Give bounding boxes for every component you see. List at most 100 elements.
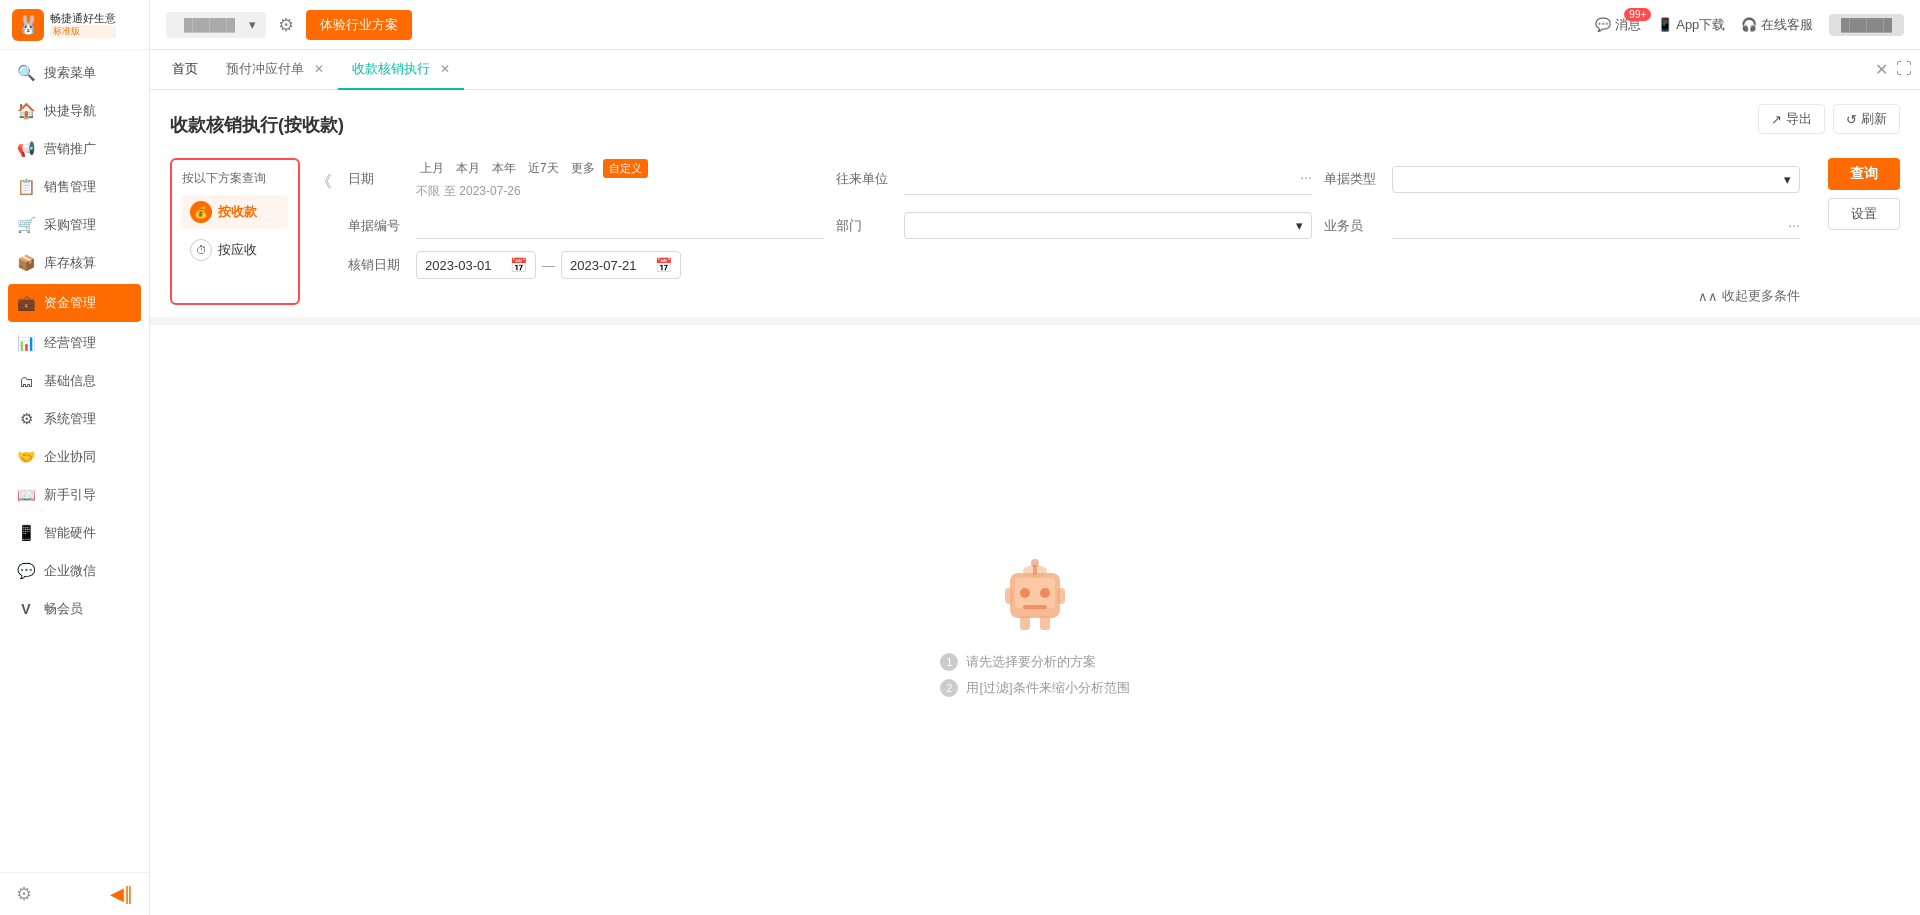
close-tab-btn[interactable]: ✕: [1875, 60, 1888, 79]
date-more[interactable]: 更多: [567, 158, 599, 179]
tab-prepay[interactable]: 预付冲应付单 ✕: [212, 50, 338, 90]
empty-illustration: [985, 543, 1085, 643]
system-icon: ⚙: [16, 410, 36, 428]
svg-rect-7: [1020, 616, 1030, 630]
user-avatar[interactable]: ██████: [1829, 14, 1904, 36]
dropdown-icon: ▾: [249, 17, 256, 32]
sidebar-item-enterprise[interactable]: 🤝 企业协同: [0, 438, 149, 476]
empty-state: 1 请先选择要分析的方案 2 用[过滤]条件来缩小分析范围: [150, 325, 1920, 915]
wechat-icon: 💬: [16, 562, 36, 580]
date-no-limit: 不限: [416, 183, 440, 200]
sidebar-label-finance: 资金管理: [44, 294, 96, 312]
counterparty-more-btn[interactable]: ···: [1300, 169, 1312, 185]
hint-text-1: 请先选择要分析的方案: [966, 653, 1096, 671]
sidebar-item-sales[interactable]: 📋 销售管理: [0, 168, 149, 206]
sidebar-item-operations[interactable]: 📊 经营管理: [0, 324, 149, 362]
page-title: 收款核销执行(按收款): [170, 113, 344, 137]
hint-text-2: 用[过滤]条件来缩小分析范围: [966, 679, 1129, 697]
docno-field: 单据编号: [348, 212, 824, 239]
export-button[interactable]: ↗ 导出: [1758, 104, 1825, 134]
collapse-sidebar-btn[interactable]: ◀‖: [110, 883, 133, 905]
top-header: ██████ ▾ ⚙ 体验行业方案 💬 消息 99+ 📱 App下载 🎧 在线客…: [150, 0, 1920, 50]
date-7days[interactable]: 近7天: [524, 158, 563, 179]
doctype-select[interactable]: ▾: [1392, 166, 1800, 193]
writeoff-start-date[interactable]: 2023-03-01 📅: [416, 251, 536, 279]
counterparty-field: 往来单位 ···: [836, 158, 1312, 200]
prepay-tab-close[interactable]: ✕: [314, 62, 324, 76]
receipt-option-label: 按收款: [218, 203, 257, 221]
filter-sidebar-title: 按以下方案查询: [182, 170, 288, 187]
settings-icon[interactable]: ⚙: [16, 883, 32, 905]
date-this-year[interactable]: 本年: [488, 158, 520, 179]
sidebar-label-wechat: 企业微信: [44, 562, 96, 580]
sidebar-item-system[interactable]: ⚙ 系统管理: [0, 400, 149, 438]
staff-more-btn[interactable]: ···: [1788, 217, 1800, 233]
writeoff-end-date[interactable]: 2023-07-21 📅: [561, 251, 681, 279]
basic-icon: 🗂: [16, 373, 36, 390]
docno-input[interactable]: [416, 213, 824, 238]
message-button[interactable]: 💬 消息 99+: [1595, 16, 1641, 34]
sidebar-item-marketing[interactable]: 📢 营销推广: [0, 130, 149, 168]
writeoff-date-row: 核销日期 2023-03-01 📅 — 2023-07-21 📅: [348, 251, 1800, 279]
filter-collapse-btn[interactable]: 《: [316, 172, 332, 193]
sidebar-item-basic[interactable]: 🗂 基础信息: [0, 362, 149, 400]
chat-icon: 💬: [1595, 17, 1611, 32]
sidebar-item-search[interactable]: 🔍 搜索菜单: [0, 54, 149, 92]
date-label: 日期: [348, 170, 408, 188]
doctype-field: 单据类型 ▾: [1324, 158, 1800, 200]
svg-point-11: [1031, 559, 1039, 567]
hardware-icon: 📱: [16, 524, 36, 542]
filter-by-receipt[interactable]: 💰 按收款: [182, 195, 288, 229]
receipts-tab-close[interactable]: ✕: [440, 62, 450, 76]
receivable-option-icon: ⏱: [190, 239, 212, 261]
date-separator: —: [542, 258, 555, 273]
sidebar-item-inventory[interactable]: 📦 库存核算: [0, 244, 149, 282]
filter-row-1: 日期 上月 本月 本年 近7天 更多 自定义 不限: [348, 158, 1800, 200]
home-tab-label: 首页: [172, 60, 198, 78]
solution-button[interactable]: 体验行业方案: [306, 10, 412, 40]
logo-text: 畅捷通好生意 标准版: [50, 11, 116, 39]
inventory-icon: 📦: [16, 254, 36, 272]
sidebar-label-member: 畅会员: [44, 600, 83, 618]
expand-tab-btn[interactable]: ⛶: [1896, 60, 1912, 79]
staff-input[interactable]: [1392, 213, 1788, 238]
setting-button[interactable]: 设置: [1828, 198, 1900, 230]
tab-receipts[interactable]: 收款核销执行 ✕: [338, 50, 464, 90]
date-custom[interactable]: 自定义: [603, 159, 648, 178]
purchase-icon: 🛒: [16, 216, 36, 234]
refresh-button[interactable]: ↺ 刷新: [1833, 104, 1900, 134]
sidebar-label-shortcut: 快捷导航: [44, 102, 96, 120]
settings-gear-icon[interactable]: ⚙: [278, 14, 294, 36]
collapse-more-area: ∧∧ 收起更多条件: [348, 287, 1800, 305]
sidebar-item-member[interactable]: V 畅会员: [0, 590, 149, 628]
sidebar-item-finance[interactable]: 💼 资金管理: [8, 284, 141, 322]
sidebar-item-shortcut[interactable]: 🏠 快捷导航: [0, 92, 149, 130]
writeoff-date-range: 2023-03-01 📅 — 2023-07-21 📅: [416, 251, 681, 279]
collapse-more-btn[interactable]: ∧∧ 收起更多条件: [1698, 287, 1800, 305]
page-header: 收款核销执行(按收款) ↗ 导出 ↺ 刷新: [150, 90, 1920, 146]
operations-icon: 📊: [16, 334, 36, 352]
filter-sidebar: 按以下方案查询 💰 按收款 ⏱ 按应收: [170, 158, 300, 305]
empty-hints: 1 请先选择要分析的方案 2 用[过滤]条件来缩小分析范围: [940, 653, 1129, 697]
sidebar-label-inventory: 库存核算: [44, 254, 96, 272]
dept-select[interactable]: ▾: [904, 212, 1312, 239]
sidebar-item-hardware[interactable]: 📱 智能硬件: [0, 514, 149, 552]
sidebar-item-wechat[interactable]: 💬 企业微信: [0, 552, 149, 590]
dept-label: 部门: [836, 217, 896, 235]
sidebar: 🐰 畅捷通好生意 标准版 🔍 搜索菜单 🏠 快捷导航 📢 营销推广 📋 销售管理…: [0, 0, 150, 915]
brand-selector[interactable]: ██████ ▾: [166, 12, 266, 38]
online-service-btn[interactable]: 🎧 在线客服: [1741, 16, 1813, 34]
counterparty-input[interactable]: [904, 164, 1300, 190]
member-icon: V: [16, 601, 36, 617]
date-this-month[interactable]: 本月: [452, 158, 484, 179]
app-download-btn[interactable]: 📱 App下载: [1657, 16, 1725, 34]
sidebar-label-sales: 销售管理: [44, 178, 96, 196]
sidebar-item-purchase[interactable]: 🛒 采购管理: [0, 206, 149, 244]
date-last-month[interactable]: 上月: [416, 158, 448, 179]
home-icon: 🏠: [16, 102, 36, 120]
sidebar-item-guide[interactable]: 📖 新手引导: [0, 476, 149, 514]
tab-home[interactable]: 首页: [158, 50, 212, 90]
phone-icon: 📱: [1657, 17, 1673, 32]
filter-by-receivable[interactable]: ⏱ 按应收: [182, 233, 288, 267]
query-button[interactable]: 查询: [1828, 158, 1900, 190]
